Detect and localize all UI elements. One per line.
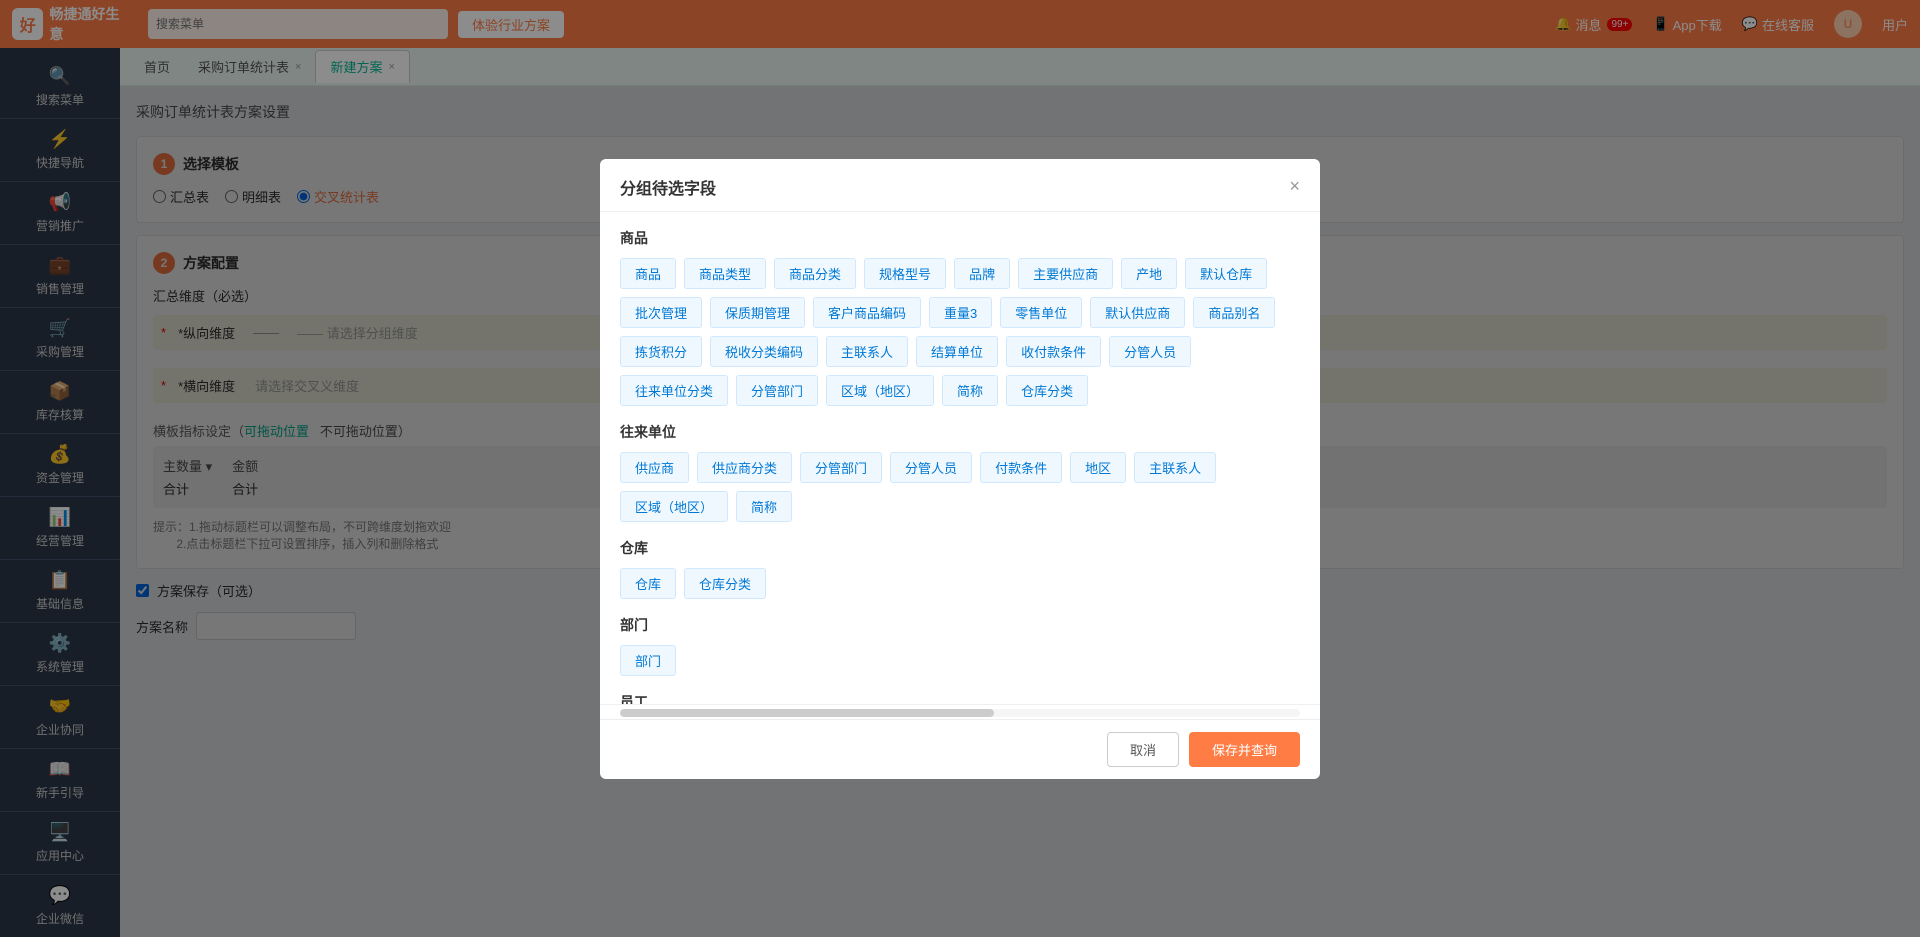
modal-footer: 取消 保存并查询: [600, 719, 1320, 779]
field-tag-goods-class[interactable]: 商品分类: [774, 258, 856, 289]
field-tag-partner-region[interactable]: 区域（地区）: [620, 491, 728, 522]
section-title-warehouse: 仓库: [620, 538, 1300, 558]
field-tag-goods-dept[interactable]: 分管部门: [736, 375, 818, 406]
field-tag-goods-contact[interactable]: 主联系人: [826, 336, 908, 367]
field-grid-goods: 商品 商品类型 商品分类 规格型号 品牌 主要供应商 产地 默认仓库 批次管理 …: [620, 258, 1300, 406]
modal-title: 分组待选字段: [620, 175, 716, 199]
field-tag-goods-quality[interactable]: 保质期管理: [710, 297, 805, 328]
field-tag-dept[interactable]: 部门: [620, 645, 676, 676]
field-tag-goods-brand[interactable]: 品牌: [954, 258, 1010, 289]
field-tag-partner-manager[interactable]: 分管人员: [890, 452, 972, 483]
field-tag-goods-abbr[interactable]: 简称: [942, 375, 998, 406]
field-tag-goods-code[interactable]: 客户商品编码: [813, 297, 921, 328]
field-grid-partner: 供应商 供应商分类 分管部门 分管人员 付款条件 地区 主联系人 区域（地区） …: [620, 452, 1300, 522]
field-tag-goods-tax[interactable]: 税收分类编码: [710, 336, 818, 367]
field-tag-main-contact[interactable]: 主联系人: [1134, 452, 1216, 483]
field-tag-partner-abbr[interactable]: 简称: [736, 491, 792, 522]
field-tag-warehouse[interactable]: 仓库: [620, 568, 676, 599]
confirm-button[interactable]: 保存并查询: [1189, 732, 1300, 767]
field-tag-goods-unit[interactable]: 零售单位: [1000, 297, 1082, 328]
hscroll-thumb: [620, 709, 994, 717]
field-tag-goods-pick[interactable]: 拣货积分: [620, 336, 702, 367]
section-title-staff: 员工: [620, 692, 1300, 704]
field-tag-goods-wh-class[interactable]: 仓库分类: [1006, 375, 1088, 406]
field-tag-supplier-class[interactable]: 供应商分类: [697, 452, 792, 483]
cancel-button[interactable]: 取消: [1107, 732, 1179, 767]
field-tag-payment-terms[interactable]: 付款条件: [980, 452, 1062, 483]
field-tag-warehouse-class[interactable]: 仓库分类: [684, 568, 766, 599]
modal-hscroll: [600, 704, 1320, 719]
field-tag-goods-payment[interactable]: 收付款条件: [1006, 336, 1101, 367]
field-tag-goods-partner-class[interactable]: 往来单位分类: [620, 375, 728, 406]
modal-close-button[interactable]: ×: [1289, 176, 1300, 197]
field-tag-goods-warehouse[interactable]: 默认仓库: [1185, 258, 1267, 289]
field-tag-goods-origin[interactable]: 产地: [1121, 258, 1177, 289]
section-title-dept: 部门: [620, 615, 1300, 635]
field-tag-goods-batch[interactable]: 批次管理: [620, 297, 702, 328]
field-tag-goods-manager[interactable]: 分管人员: [1109, 336, 1191, 367]
field-tag-goods-type[interactable]: 商品类型: [684, 258, 766, 289]
field-tag-partner-dept[interactable]: 分管部门: [800, 452, 882, 483]
field-tag-supplier[interactable]: 供应商: [620, 452, 689, 483]
field-tag-goods-settle[interactable]: 结算单位: [916, 336, 998, 367]
field-tag-goods-spec[interactable]: 规格型号: [864, 258, 946, 289]
field-tag-goods-weight[interactable]: 重量3: [929, 297, 992, 328]
modal-overlay: 分组待选字段 × 商品 商品 商品类型 商品分类 规格型号 品牌 主要供应商 产…: [0, 0, 1920, 937]
field-grid-warehouse: 仓库 仓库分类: [620, 568, 1300, 599]
field-grid-dept: 部门: [620, 645, 1300, 676]
field-tag-goods[interactable]: 商品: [620, 258, 676, 289]
field-tag-goods-region[interactable]: 区域（地区）: [826, 375, 934, 406]
modal-body: 商品 商品 商品类型 商品分类 规格型号 品牌 主要供应商 产地 默认仓库 批次…: [600, 212, 1320, 704]
modal: 分组待选字段 × 商品 商品 商品类型 商品分类 规格型号 品牌 主要供应商 产…: [600, 159, 1320, 779]
field-tag-goods-def-supplier[interactable]: 默认供应商: [1090, 297, 1185, 328]
field-tag-goods-supplier[interactable]: 主要供应商: [1018, 258, 1113, 289]
field-tag-goods-alias[interactable]: 商品别名: [1193, 297, 1275, 328]
modal-header: 分组待选字段 ×: [600, 159, 1320, 212]
field-tag-region[interactable]: 地区: [1070, 452, 1126, 483]
section-title-partner: 往来单位: [620, 422, 1300, 442]
section-title-goods: 商品: [620, 228, 1300, 248]
